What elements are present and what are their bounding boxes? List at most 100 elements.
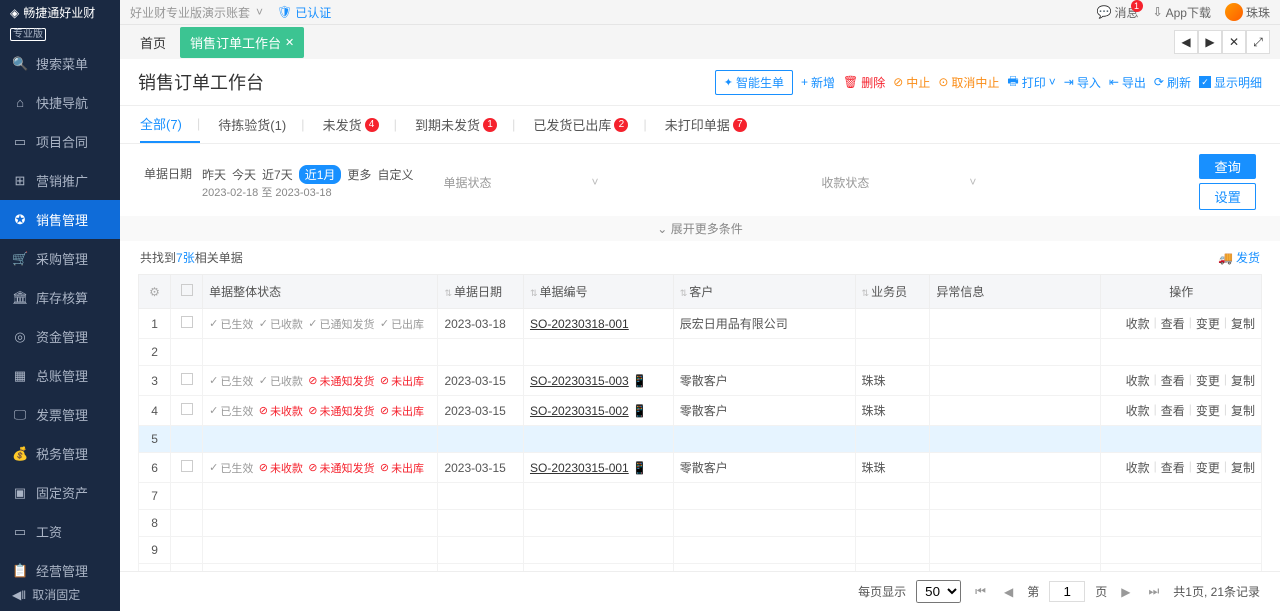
table-row[interactable]: 2 xyxy=(139,339,1262,366)
row-modify[interactable]: 变更 xyxy=(1196,459,1220,476)
table-row[interactable]: 8 xyxy=(139,510,1262,537)
pager-next[interactable]: ▶ xyxy=(1117,585,1134,599)
subtab-0[interactable]: 全部(7)| xyxy=(140,106,200,143)
table-row[interactable]: 6 ✓已生效 ⊘未收款 ⊘未通知发货 ⊘未出库 2023-03-15 SO-20… xyxy=(139,453,1262,483)
sidebar-item-7[interactable]: ◎资金管理 xyxy=(0,317,120,356)
abort-button[interactable]: ⊘中止 xyxy=(893,74,930,91)
table-row[interactable]: 10 xyxy=(139,564,1262,572)
doc-no-link[interactable]: SO-20230318-001 xyxy=(530,317,629,331)
delete-button[interactable]: 🗑删除 xyxy=(843,74,885,91)
col-date[interactable]: 单据日期 xyxy=(454,285,502,299)
row-modify[interactable]: 变更 xyxy=(1196,402,1220,419)
company-selector[interactable]: 好业财专业版演示账套 ˅ xyxy=(130,4,263,21)
ship-button[interactable]: 🚚发货 xyxy=(1218,249,1260,266)
receipt-status-select[interactable]: 收款状态 ˅ xyxy=(821,174,1169,191)
subtab-1[interactable]: 待拣验货(1)| xyxy=(218,106,304,143)
table-row[interactable]: 3 ✓已生效 ✓已收款 ⊘未通知发货 ⊘未出库 2023-03-15 SO-20… xyxy=(139,366,1262,396)
date-last7[interactable]: 近7天 xyxy=(262,166,293,183)
pager-page-input[interactable] xyxy=(1049,581,1085,602)
sidebar-item-4[interactable]: ✪销售管理 xyxy=(0,200,120,239)
table-row[interactable]: 1 ✓已生效 ✓已收款 ✓已通知发货 ✓已出库 2023-03-18 SO-20… xyxy=(139,309,1262,339)
row-modify[interactable]: 变更 xyxy=(1196,372,1220,389)
refresh-button[interactable]: ⟳刷新 xyxy=(1154,74,1191,91)
col-exception[interactable]: 异常信息 xyxy=(936,285,984,299)
smart-generate-button[interactable]: ✦智能生单 xyxy=(715,70,793,95)
table-row[interactable]: 5 xyxy=(139,426,1262,453)
doc-no-link[interactable]: SO-20230315-002 xyxy=(530,404,629,418)
row-copy[interactable]: 复制 xyxy=(1231,402,1255,419)
date-more[interactable]: 更多 xyxy=(347,166,371,183)
date-last1m[interactable]: 近1月 xyxy=(299,165,342,184)
import-button[interactable]: ⇥导入 xyxy=(1064,74,1101,91)
pager-first[interactable]: ⏮ xyxy=(971,584,990,599)
row-view[interactable]: 查看 xyxy=(1161,402,1185,419)
pager-prev[interactable]: ◀ xyxy=(1000,585,1017,599)
row-collect[interactable]: 收款 xyxy=(1126,315,1150,332)
tab-close-icon[interactable]: ✕ xyxy=(285,36,294,49)
show-detail-toggle[interactable]: ✓显示明细 xyxy=(1199,74,1262,91)
table-row[interactable]: 7 xyxy=(139,483,1262,510)
subtab-5[interactable]: 未打印单据7 xyxy=(665,106,747,143)
row-checkbox[interactable] xyxy=(181,460,193,472)
row-view[interactable]: 查看 xyxy=(1161,459,1185,476)
row-checkbox[interactable] xyxy=(181,403,193,415)
sort-icon[interactable]: ⇅ xyxy=(680,288,688,298)
add-button[interactable]: +新增 xyxy=(801,74,835,91)
row-collect[interactable]: 收款 xyxy=(1126,372,1150,389)
print-button[interactable]: 🖶打印˅ xyxy=(1007,72,1055,93)
table-row[interactable]: 4 ✓已生效 ⊘未收款 ⊘未通知发货 ⊘未出库 2023-03-15 SO-20… xyxy=(139,396,1262,426)
sidebar-item-13[interactable]: 📋经营管理 xyxy=(0,551,120,578)
tab[interactable]: 销售订单工作台✕ xyxy=(180,27,304,58)
doc-no-link[interactable]: SO-20230315-001 xyxy=(530,461,629,475)
date-today[interactable]: 今天 xyxy=(232,166,256,183)
date-yesterday[interactable]: 昨天 xyxy=(202,166,226,183)
sidebar-item-3[interactable]: ⊞营销推广 xyxy=(0,161,120,200)
row-checkbox[interactable] xyxy=(181,373,193,385)
gear-icon[interactable]: ⚙ xyxy=(149,285,160,299)
user-menu[interactable]: 珠珠 xyxy=(1225,3,1270,21)
sidebar-item-0[interactable]: 🔍搜索菜单 xyxy=(0,44,120,83)
row-modify[interactable]: 变更 xyxy=(1196,315,1220,332)
row-view[interactable]: 查看 xyxy=(1161,315,1185,332)
tab-next[interactable]: ▶ xyxy=(1198,30,1222,54)
cancel-abort-button[interactable]: ⊙取消中止 xyxy=(938,74,999,91)
sidebar-item-11[interactable]: ▣固定资产 xyxy=(0,473,120,512)
col-salesperson[interactable]: 业务员 xyxy=(871,285,907,299)
export-button[interactable]: ⇤导出 xyxy=(1109,74,1146,91)
row-checkbox[interactable] xyxy=(181,316,193,328)
sidebar-item-5[interactable]: 🛒采购管理 xyxy=(0,239,120,278)
messages-button[interactable]: 💬 消息 1 xyxy=(1097,4,1139,21)
app-download-button[interactable]: ⇩ App下载 xyxy=(1153,4,1211,21)
doc-status-select[interactable]: 单据状态 ˅ xyxy=(443,174,791,191)
subtab-4[interactable]: 已发货已出库2| xyxy=(533,106,646,143)
row-copy[interactable]: 复制 xyxy=(1231,459,1255,476)
expand-filters[interactable]: ⌄ 展开更多条件 xyxy=(120,216,1280,241)
select-all-checkbox[interactable] xyxy=(181,284,193,296)
sidebar-item-6[interactable]: 🏛库存核算 xyxy=(0,278,120,317)
query-button[interactable]: 查询 xyxy=(1199,154,1256,179)
col-status[interactable]: 单据整体状态 xyxy=(209,285,281,299)
tab-close-all[interactable]: ✕ xyxy=(1222,30,1246,54)
tab-prev[interactable]: ◀ xyxy=(1174,30,1198,54)
per-page-select[interactable]: 50 xyxy=(916,580,961,603)
row-collect[interactable]: 收款 xyxy=(1126,459,1150,476)
row-copy[interactable]: 复制 xyxy=(1231,372,1255,389)
sidebar-item-1[interactable]: ⌂快捷导航 xyxy=(0,83,120,122)
subtab-3[interactable]: 到期未发货1| xyxy=(415,106,515,143)
sidebar-unpin[interactable]: ◀‖ 取消固定 xyxy=(0,578,120,611)
settings-button[interactable]: 设置 xyxy=(1199,183,1256,210)
date-custom[interactable]: 自定义 xyxy=(377,166,413,183)
sort-icon[interactable]: ⇅ xyxy=(862,288,870,298)
pager-last[interactable]: ⏭ xyxy=(1144,584,1163,599)
tab-expand[interactable]: ⤢ xyxy=(1246,30,1270,54)
subtab-2[interactable]: 未发货4| xyxy=(323,106,397,143)
tab[interactable]: 首页 xyxy=(130,27,176,58)
col-docno[interactable]: 单据编号 xyxy=(540,285,588,299)
sidebar-item-8[interactable]: ▦总账管理 xyxy=(0,356,120,395)
sort-icon[interactable]: ⇅ xyxy=(530,288,538,298)
sidebar-item-2[interactable]: ▭项目合同 xyxy=(0,122,120,161)
doc-no-link[interactable]: SO-20230315-003 xyxy=(530,374,629,388)
sidebar-item-12[interactable]: ▭工资 xyxy=(0,512,120,551)
sidebar-item-10[interactable]: 💰税务管理 xyxy=(0,434,120,473)
sort-icon[interactable]: ⇅ xyxy=(444,288,452,298)
